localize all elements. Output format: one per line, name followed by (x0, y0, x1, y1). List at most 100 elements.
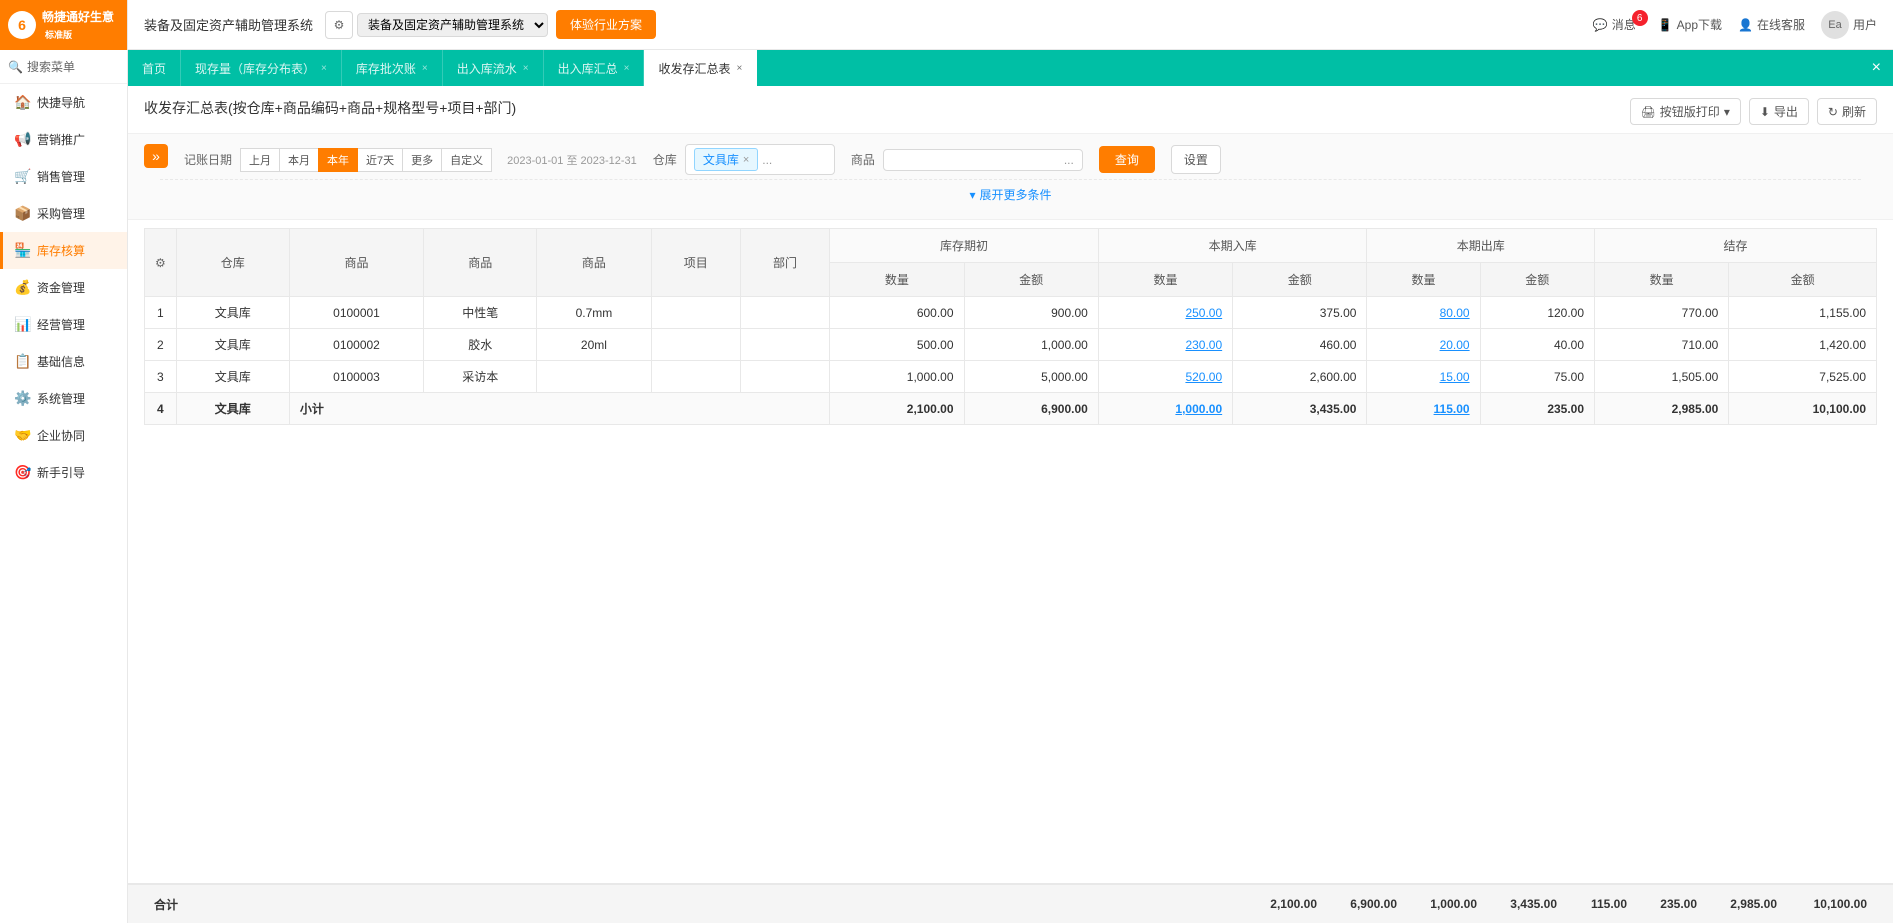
row-in-qty[interactable]: 520.00 (1098, 361, 1232, 393)
date-btn-this-month[interactable]: 本月 (279, 148, 319, 172)
row-code: 0100001 (289, 297, 423, 329)
sidebar-item-basic-info[interactable]: 📋 基础信息 (0, 343, 127, 380)
page-header: 收发存汇总表(按仓库+商品编码+商品+规格型号+项目+部门) 🖨 按钮版打印 ▾… (128, 86, 1893, 134)
settings-gear-icon[interactable]: ⚙ (155, 256, 166, 270)
footer-out-amt: 235.00 (1637, 897, 1707, 911)
sidebar-item-quick-nav[interactable]: 🏠 快捷导航 (0, 84, 127, 121)
goods-input-area[interactable]: ... (883, 149, 1083, 171)
row-code: 0100003 (289, 361, 423, 393)
date-btn-more[interactable]: 更多 (402, 148, 442, 172)
row-open-amt: 1,000.00 (964, 329, 1098, 361)
expand-button[interactable]: » (144, 144, 168, 168)
footer-label: 合计 (144, 896, 564, 913)
search-label: 搜索菜单 (27, 58, 75, 75)
online-service-action[interactable]: 👤 在线客服 (1738, 16, 1805, 33)
tab-batch-account-close[interactable]: × (422, 63, 428, 74)
tab-receive-summary-close[interactable]: × (736, 63, 742, 74)
col-goods-name-header: 商品 (424, 229, 537, 297)
system-icon: ⚙️ (15, 391, 31, 407)
sidebar-item-finance[interactable]: 💰 资金管理 (0, 269, 127, 306)
sidebar-item-operations[interactable]: 📊 经营管理 (0, 306, 127, 343)
setting-button[interactable]: 设置 (1171, 145, 1221, 174)
message-icon: 💬 (1593, 18, 1608, 32)
tab-summary[interactable]: 出入库汇总 × (544, 50, 645, 86)
date-btn-last-month[interactable]: 上月 (240, 148, 280, 172)
system-selector[interactable]: 装备及固定资产辅助管理系统 (357, 13, 548, 37)
col-out-amt: 金额 (1480, 263, 1594, 297)
goods-input[interactable] (892, 153, 1060, 167)
date-btn-7days[interactable]: 近7天 (357, 148, 403, 172)
tab-home[interactable]: 首页 (128, 50, 181, 86)
row-out-qty[interactable]: 80.00 (1367, 297, 1480, 329)
subtotal-bal-qty: 2,985.00 (1595, 393, 1729, 425)
expand-label: 展开更多条件 (980, 186, 1052, 203)
subtotal-open-amt: 6,900.00 (964, 393, 1098, 425)
subtotal-num: 4 (145, 393, 177, 425)
tab-summary-close[interactable]: × (624, 63, 630, 74)
footer-in-amt: 3,435.00 (1487, 897, 1567, 911)
sidebar-item-purchase[interactable]: 📦 采购管理 (0, 195, 127, 232)
tab-receive-summary[interactable]: 收发存汇总表 × (644, 50, 757, 86)
footer-open-amt: 6,900.00 (1327, 897, 1407, 911)
row-in-qty[interactable]: 230.00 (1098, 329, 1232, 361)
table-footer: 合计 2,100.00 6,900.00 1,000.00 3,435.00 1… (128, 883, 1893, 923)
col-balance-header: 结存 (1595, 229, 1877, 263)
col-goods-spec-header: 商品 (537, 229, 651, 297)
row-out-qty[interactable]: 20.00 (1367, 329, 1480, 361)
sidebar-item-marketing[interactable]: 📢 营销推广 (0, 121, 127, 158)
subtotal-bal-amt: 10,100.00 (1729, 393, 1877, 425)
warehouse-input[interactable]: 文具库 × ... (685, 144, 835, 175)
message-action[interactable]: 💬 消息 6 (1593, 16, 1642, 33)
tab-inventory-dist[interactable]: 现存量（库存分布表） × (181, 50, 342, 86)
subtotal-in-qty[interactable]: 1,000.00 (1098, 393, 1232, 425)
sidebar-item-inventory[interactable]: 🏪 库存核算 (0, 232, 127, 269)
row-name: 中性笔 (424, 297, 537, 329)
search-icon: 🔍 (8, 60, 23, 74)
tab-flow-close[interactable]: × (523, 63, 529, 74)
brand-name: 畅捷通好生意 (42, 8, 114, 25)
row-project (651, 329, 740, 361)
date-btn-this-year[interactable]: 本年 (318, 148, 358, 172)
footer-bal-qty: 2,985.00 (1707, 897, 1787, 911)
date-range: 2023-01-01 至 2023-12-31 (507, 152, 637, 168)
query-button[interactable]: 查询 (1099, 146, 1155, 173)
user-action[interactable]: Ea 用户 (1821, 11, 1877, 39)
goods-dots[interactable]: ... (1064, 153, 1074, 167)
export-button[interactable]: ⬇ 导出 (1749, 98, 1809, 125)
page-title: 收发存汇总表(按仓库+商品编码+商品+规格型号+项目+部门) (144, 98, 1877, 118)
tab-inventory-dist-close[interactable]: × (321, 63, 327, 74)
col-open-amt: 金额 (964, 263, 1098, 297)
tab-bar: 首页 现存量（库存分布表） × 库存批次账 × 出入库流水 × 出入库汇总 × … (128, 50, 1893, 86)
date-btn-custom[interactable]: 自定义 (441, 148, 492, 172)
header-settings-button[interactable]: ⚙ (325, 11, 353, 39)
tab-receive-summary-label: 收发存汇总表 (658, 60, 730, 77)
table-row: 2 文具库 0100002 胶水 20ml 500.00 1,000.00 23… (145, 329, 1877, 361)
sidebar-item-guide[interactable]: 🎯 新手引导 (0, 454, 127, 491)
row-in-qty[interactable]: 250.00 (1098, 297, 1232, 329)
sidebar-item-system[interactable]: ⚙️ 系统管理 (0, 380, 127, 417)
row-warehouse: 文具库 (176, 329, 289, 361)
tab-flow[interactable]: 出入库流水 × (443, 50, 544, 86)
sidebar-item-sales[interactable]: 🛒 销售管理 (0, 158, 127, 195)
trial-button[interactable]: 体验行业方案 (556, 10, 656, 39)
print-icon: 🖨 (1641, 105, 1656, 119)
app-download-action[interactable]: 📱 App下载 (1658, 16, 1722, 33)
expand-more-conditions[interactable]: ▾ 展开更多条件 (160, 179, 1861, 209)
col-in-header: 本期入库 (1098, 229, 1367, 263)
refresh-button[interactable]: ↻ 刷新 (1817, 98, 1877, 125)
row-out-qty[interactable]: 15.00 (1367, 361, 1480, 393)
quick-nav-icon: 🏠 (15, 95, 31, 111)
warehouse-tag-close[interactable]: × (743, 154, 749, 166)
sidebar-item-enterprise[interactable]: 🤝 企业协同 (0, 417, 127, 454)
row-name: 采访本 (424, 361, 537, 393)
tab-bar-close[interactable]: × (1860, 59, 1893, 77)
col-bal-amt: 金额 (1729, 263, 1877, 297)
footer-in-qty: 1,000.00 (1407, 897, 1487, 911)
sidebar-search[interactable]: 🔍 搜索菜单 (0, 50, 127, 84)
tab-batch-account[interactable]: 库存批次账 × (342, 50, 443, 86)
footer-open-qty: 2,100.00 (1247, 897, 1327, 911)
warehouse-dots[interactable]: ... (762, 153, 772, 167)
print-button[interactable]: 🖨 按钮版打印 ▾ (1630, 98, 1741, 125)
subtotal-out-amt: 235.00 (1480, 393, 1594, 425)
subtotal-out-qty[interactable]: 115.00 (1367, 393, 1480, 425)
